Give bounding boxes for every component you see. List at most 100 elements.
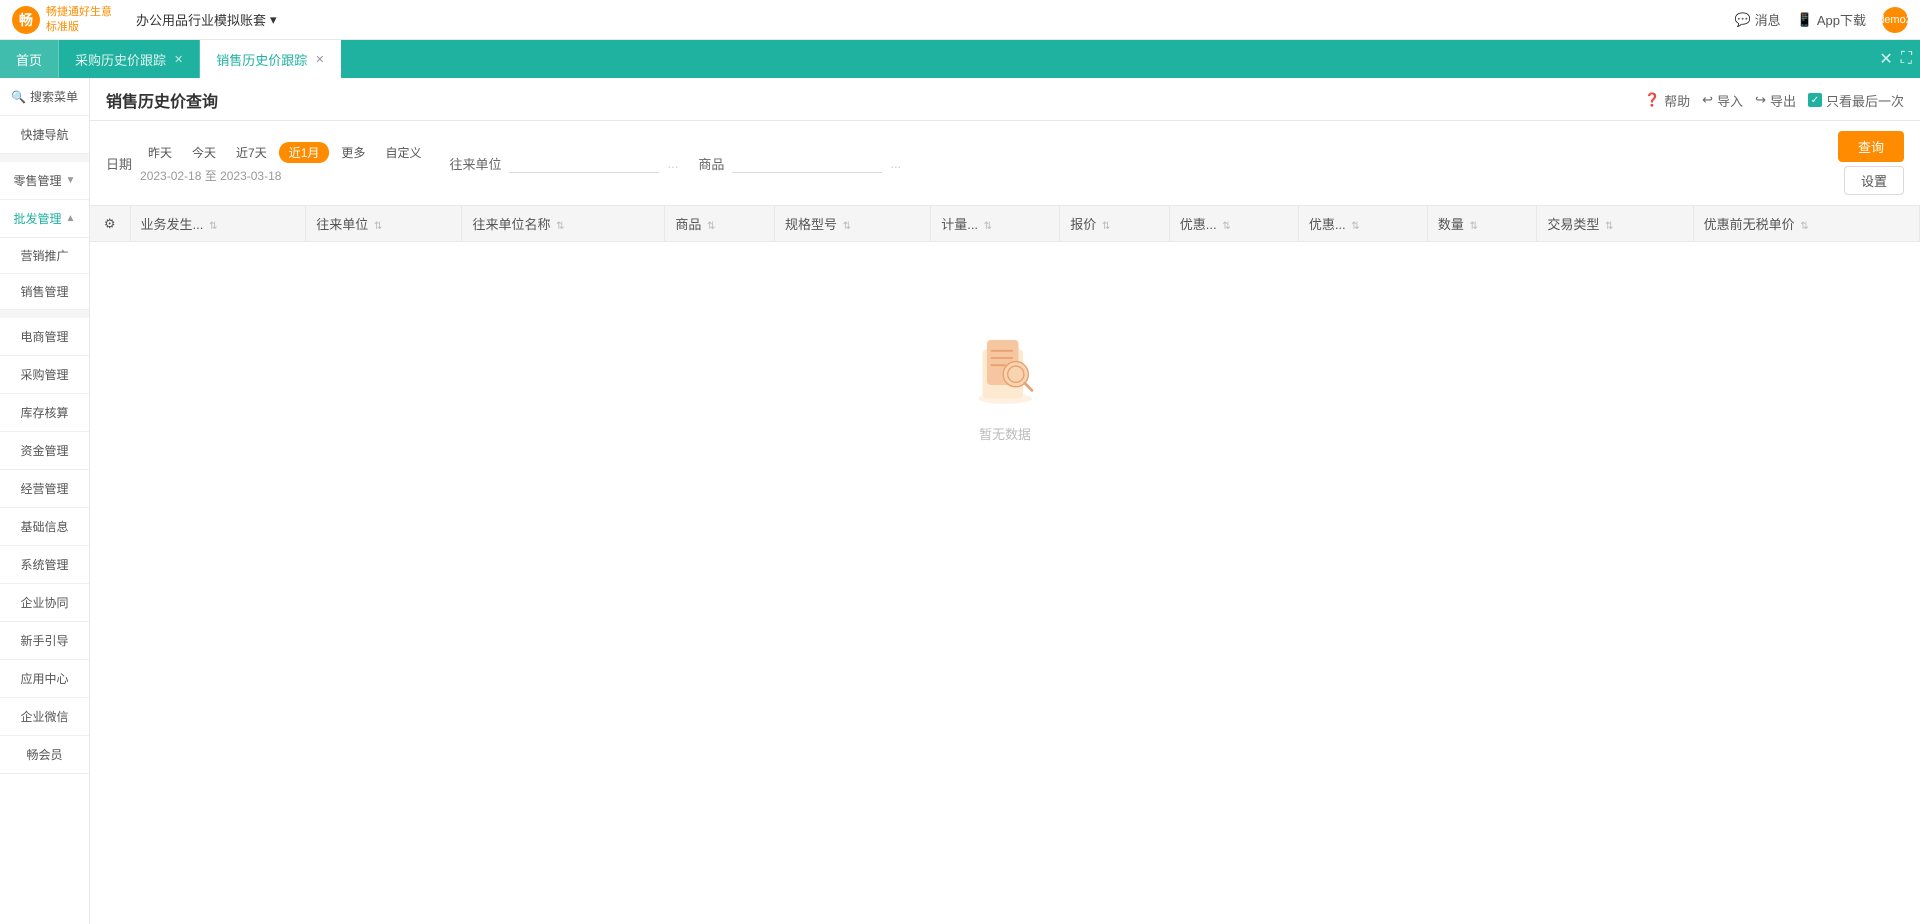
- date-filter-group: 日期 昨天 今天 近7天 近1月 更多 自定义 2023-02-18 至 202…: [106, 142, 429, 184]
- sort-icon-quantity: ⇅: [1469, 221, 1477, 232]
- sidebar-divider-1: [0, 154, 89, 162]
- download-icon: 📱: [1797, 12, 1813, 28]
- import-icon: ↩: [1702, 92, 1713, 108]
- empty-illustration: [960, 322, 1050, 412]
- tab-bar: 首页 采购历史价跟踪 ✕ 销售历史价跟踪 ✕ ✕ ⛶: [0, 40, 1920, 78]
- sidebar-item-search[interactable]: 🔍 搜索菜单: [0, 78, 89, 116]
- col-partner-code[interactable]: 往来单位 ⇅: [306, 206, 462, 242]
- filter-right-actions: 查询 设置: [1838, 131, 1904, 195]
- sidebar-item-system[interactable]: 系统管理: [0, 546, 89, 584]
- date-buttons: 昨天 今天 近7天 近1月 更多 自定义: [140, 142, 429, 163]
- date-btn-today[interactable]: 今天: [184, 142, 224, 163]
- date-btn-custom[interactable]: 自定义: [377, 142, 429, 163]
- main-layout: 🔍 搜索菜单 快捷导航 零售管理 ▼ 批发管理 ▲ 营销推广 销售管理 电商管理…: [0, 78, 1920, 924]
- sort-icon-partner-name: ⇅: [556, 221, 564, 232]
- col-unit[interactable]: 计量... ⇅: [931, 206, 1060, 242]
- col-quantity[interactable]: 数量 ⇅: [1427, 206, 1537, 242]
- col-discount2[interactable]: 优惠... ⇅: [1298, 206, 1427, 242]
- filter-bar: 日期 昨天 今天 近7天 近1月 更多 自定义 2023-02-18 至 202…: [90, 121, 1920, 206]
- logo-icon: 畅: [12, 6, 40, 34]
- sidebar-item-wechat[interactable]: 企业微信: [0, 698, 89, 736]
- sidebar-item-app-center[interactable]: 应用中心: [0, 660, 89, 698]
- user-area[interactable]: demo2: [1882, 7, 1908, 33]
- tab-purchase-history[interactable]: 采购历史价跟踪 ✕: [59, 40, 200, 78]
- maximize-icon[interactable]: ⛶: [1901, 50, 1912, 68]
- page-actions: ❓ 帮助 ↩ 导入 ↪ 导出 ✓ 只看最后一次: [1644, 91, 1904, 110]
- sidebar-item-member[interactable]: 畅会员: [0, 736, 89, 774]
- sort-icon-pre-tax: ⇅: [1800, 221, 1808, 232]
- col-quote[interactable]: 报价 ⇅: [1060, 206, 1170, 242]
- logo-text: 畅捷通好生意 标准版: [46, 5, 112, 34]
- sort-icon-quote: ⇅: [1102, 221, 1110, 232]
- top-bar-right: 💬 消息 📱 App下载 demo2: [1734, 7, 1908, 33]
- message-btn[interactable]: 💬 消息: [1734, 10, 1780, 29]
- sidebar-item-enterprise[interactable]: 企业协同: [0, 584, 89, 622]
- sidebar-item-sales-mgmt[interactable]: 销售管理: [0, 274, 89, 310]
- import-btn[interactable]: ↩ 导入: [1702, 91, 1743, 110]
- sort-icon-goods: ⇅: [707, 221, 715, 232]
- sidebar-item-basic-info[interactable]: 基础信息: [0, 508, 89, 546]
- col-settings[interactable]: ⚙: [90, 206, 130, 242]
- sidebar-item-purchase[interactable]: 采购管理: [0, 356, 89, 394]
- sort-icon-discount1: ⇅: [1222, 221, 1230, 232]
- query-button[interactable]: 查询: [1838, 131, 1904, 162]
- chevron-down-icon-retail: ▼: [66, 175, 76, 186]
- settings-icon: ⚙: [104, 216, 116, 231]
- sort-icon-discount2: ⇅: [1351, 221, 1359, 232]
- sidebar: 🔍 搜索菜单 快捷导航 零售管理 ▼ 批发管理 ▲ 营销推广 销售管理 电商管理…: [0, 78, 90, 924]
- top-bar-left: 畅 畅捷通好生意 标准版 办公用品行业模拟账套 ▾: [12, 5, 277, 34]
- sidebar-item-marketing[interactable]: 营销推广: [0, 238, 89, 274]
- tab-close-sales[interactable]: ✕: [315, 53, 324, 66]
- settings-button[interactable]: 设置: [1844, 166, 1904, 195]
- col-biz-date[interactable]: 业务发生... ⇅: [130, 206, 306, 242]
- export-icon: ↪: [1755, 92, 1766, 108]
- close-tab-icon[interactable]: ✕: [1879, 49, 1892, 69]
- col-spec[interactable]: 规格型号 ⇅: [774, 206, 930, 242]
- chevron-up-icon-wholesale: ▲: [66, 213, 76, 224]
- date-btn-7days[interactable]: 近7天: [228, 142, 275, 163]
- sidebar-item-shortcut[interactable]: 快捷导航: [0, 116, 89, 154]
- app-selector[interactable]: 办公用品行业模拟账套 ▾: [136, 10, 277, 29]
- sidebar-divider-2: [0, 310, 89, 318]
- partner-dots[interactable]: ...: [667, 156, 678, 171]
- date-btn-1month[interactable]: 近1月: [279, 142, 330, 163]
- empty-text: 暂无数据: [979, 424, 1031, 443]
- sidebar-item-finance[interactable]: 资金管理: [0, 432, 89, 470]
- col-pre-tax[interactable]: 优惠前无税单价 ⇅: [1693, 206, 1919, 242]
- goods-dots[interactable]: ...: [890, 156, 901, 171]
- message-icon: 💬: [1734, 12, 1750, 28]
- date-btn-more[interactable]: 更多: [333, 142, 373, 163]
- sidebar-item-operations[interactable]: 经营管理: [0, 470, 89, 508]
- goods-input[interactable]: [732, 153, 882, 173]
- sidebar-item-wholesale[interactable]: 批发管理 ▲: [0, 200, 89, 238]
- goods-filter-label: 商品: [698, 154, 724, 173]
- table-area: ⚙ 业务发生... ⇅ 往来单位 ⇅ 往来单位名称 ⇅: [90, 206, 1920, 924]
- sort-icon-spec: ⇅: [843, 221, 851, 232]
- date-btn-yesterday[interactable]: 昨天: [140, 142, 180, 163]
- sidebar-item-retail[interactable]: 零售管理 ▼: [0, 162, 89, 200]
- tab-home[interactable]: 首页: [0, 40, 59, 78]
- app-download-btn[interactable]: 📱 App下载: [1797, 10, 1866, 29]
- tab-close-purchase[interactable]: ✕: [174, 53, 183, 66]
- sidebar-item-inventory[interactable]: 库存核算: [0, 394, 89, 432]
- partner-input[interactable]: [509, 153, 659, 173]
- col-discount1[interactable]: 优惠... ⇅: [1169, 206, 1298, 242]
- top-bar: 畅 畅捷通好生意 标准版 办公用品行业模拟账套 ▾ 💬 消息 📱 App下载 d…: [0, 0, 1920, 40]
- export-btn[interactable]: ↪ 导出: [1755, 91, 1796, 110]
- empty-state: 暂无数据: [90, 242, 1920, 523]
- only-last-checkbox-label[interactable]: ✓ 只看最后一次: [1808, 91, 1904, 110]
- tab-sales-history[interactable]: 销售历史价跟踪 ✕: [200, 40, 341, 78]
- col-trade-type[interactable]: 交易类型 ⇅: [1537, 206, 1693, 242]
- only-last-checkbox[interactable]: ✓: [1808, 93, 1822, 107]
- page-header: 销售历史价查询 ❓ 帮助 ↩ 导入 ↪ 导出 ✓ 只看最后一次: [90, 78, 1920, 121]
- sidebar-item-guide[interactable]: 新手引导: [0, 622, 89, 660]
- sort-icon-partner-code: ⇅: [374, 221, 382, 232]
- sidebar-item-ecommerce[interactable]: 电商管理: [0, 318, 89, 356]
- col-goods[interactable]: 商品 ⇅: [665, 206, 775, 242]
- search-icon: 🔍: [11, 90, 26, 104]
- help-btn[interactable]: ❓ 帮助: [1644, 91, 1690, 110]
- col-partner-name[interactable]: 往来单位名称 ⇅: [462, 206, 665, 242]
- date-range-text: 2023-02-18 至 2023-03-18: [140, 167, 429, 184]
- sort-icon-trade-type: ⇅: [1605, 221, 1613, 232]
- help-icon: ❓: [1644, 92, 1660, 108]
